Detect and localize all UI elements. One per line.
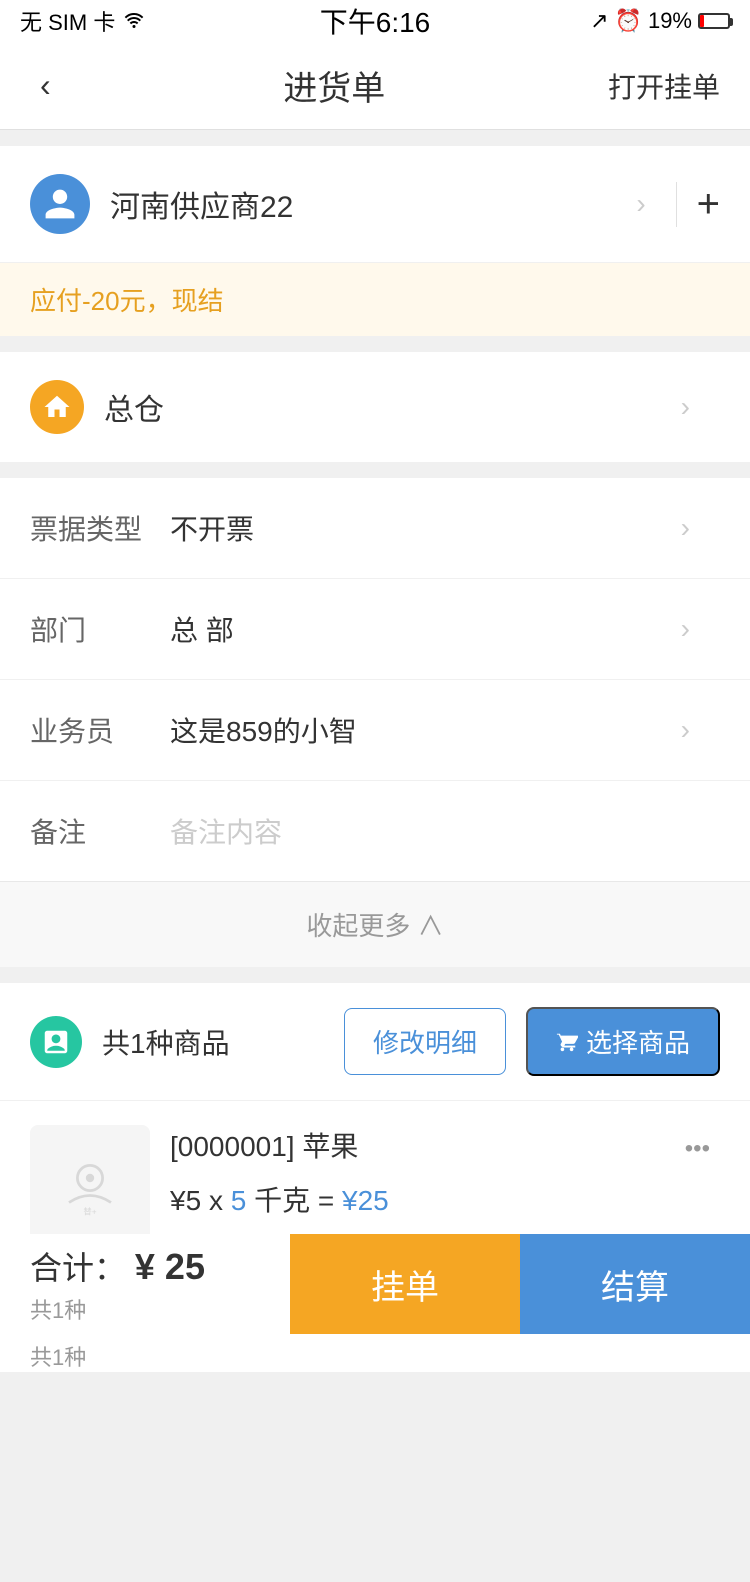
alarm-icon: ⏰ bbox=[615, 8, 642, 34]
action-summary-amount: ¥ 25 bbox=[135, 1246, 205, 1287]
invoice-row[interactable]: 票据类型 不开票 › bbox=[0, 478, 750, 579]
wifi-icon bbox=[123, 8, 145, 34]
action-summary-label: 合计： bbox=[30, 1250, 126, 1286]
page-title: 进货单 bbox=[283, 61, 385, 110]
total-price: ¥25 bbox=[342, 1185, 389, 1216]
select-product-icon bbox=[556, 1031, 578, 1053]
salesman-label: 业务员 bbox=[30, 710, 170, 750]
product-header: 共1种商品 修改明细 选择商品 bbox=[0, 983, 750, 1100]
checkout-button[interactable]: 结算 bbox=[520, 1234, 750, 1334]
price-separator: x bbox=[209, 1185, 231, 1216]
action-summary-area: 合计： ¥ 25 共1种 bbox=[0, 1234, 290, 1334]
battery-icon bbox=[698, 13, 730, 29]
supplier-name: 河南供应商22 bbox=[110, 182, 636, 226]
remark-row[interactable]: 备注 备注内容 bbox=[0, 781, 750, 881]
hang-button[interactable]: 挂单 bbox=[290, 1234, 520, 1334]
summary-sub: 共1种 bbox=[30, 1340, 720, 1372]
warehouse-row[interactable]: 总仓 › bbox=[0, 352, 750, 462]
unit-price: ¥5 bbox=[170, 1185, 201, 1216]
quantity: 5 bbox=[231, 1185, 247, 1216]
product-code: [0000001] bbox=[170, 1131, 295, 1162]
department-value: 总 部 bbox=[170, 609, 681, 649]
unit: 千克 bbox=[254, 1185, 310, 1216]
product-name: [0000001] 苹果 bbox=[170, 1125, 655, 1165]
equals: = bbox=[318, 1185, 342, 1216]
carrier-text: 无 SIM 卡 bbox=[20, 5, 115, 37]
nav-bar: ‹ 进货单 打开挂单 bbox=[0, 42, 750, 130]
invoice-value: 不开票 bbox=[170, 508, 681, 548]
action-total: 合计： ¥ 25 bbox=[30, 1243, 260, 1289]
add-supplier-button[interactable]: + bbox=[676, 182, 720, 227]
invoice-chevron-icon: › bbox=[681, 512, 690, 544]
product-title: 苹果 bbox=[302, 1131, 358, 1162]
product-placeholder-icon: 替+ bbox=[55, 1150, 125, 1220]
form-section: 票据类型 不开票 › 部门 总 部 › 业务员 这是859的小智 › 备注 备注… bbox=[0, 478, 750, 881]
section-gap-3 bbox=[0, 462, 750, 478]
section-gap-1 bbox=[0, 130, 750, 146]
status-left: 无 SIM 卡 bbox=[20, 5, 145, 37]
open-pending-button[interactable]: 打开挂单 bbox=[608, 66, 720, 106]
product-price: ¥5 x 5 千克 = ¥25 bbox=[170, 1179, 655, 1219]
select-product-button[interactable]: 选择商品 bbox=[526, 1007, 720, 1076]
back-button[interactable]: ‹ bbox=[30, 57, 61, 114]
action-summary-sub: 共1种 bbox=[30, 1293, 260, 1325]
select-product-label: 选择商品 bbox=[586, 1023, 690, 1060]
warehouse-section: 总仓 › bbox=[0, 352, 750, 462]
salesman-chevron-icon: › bbox=[681, 714, 690, 746]
payment-notice: 应付-20元，现结 bbox=[0, 263, 750, 336]
battery-text: 19% bbox=[648, 8, 692, 34]
remark-placeholder: 备注内容 bbox=[170, 811, 720, 851]
salesman-value: 这是859的小智 bbox=[170, 710, 681, 750]
supplier-chevron-icon: › bbox=[636, 188, 645, 220]
product-info: [0000001] 苹果 ¥5 x 5 千克 = ¥25 bbox=[170, 1125, 655, 1219]
department-label: 部门 bbox=[30, 609, 170, 649]
warehouse-name: 总仓 bbox=[104, 385, 681, 429]
status-time: 下午6:16 bbox=[320, 1, 431, 41]
bottom-spacer bbox=[0, 1372, 750, 1482]
section-gap-2 bbox=[0, 336, 750, 352]
warehouse-icon bbox=[30, 380, 84, 434]
supplier-section: 河南供应商22 › + 应付-20元，现结 bbox=[0, 146, 750, 336]
status-bar: 无 SIM 卡 下午6:16 ↗ ⏰ 19% bbox=[0, 0, 750, 42]
edit-detail-button[interactable]: 修改明细 bbox=[344, 1008, 506, 1075]
product-more-button[interactable]: ••• bbox=[675, 1125, 720, 1173]
department-row[interactable]: 部门 总 部 › bbox=[0, 579, 750, 680]
section-gap-4 bbox=[0, 967, 750, 983]
supplier-row[interactable]: 河南供应商22 › + bbox=[0, 146, 750, 263]
department-chevron-icon: › bbox=[681, 613, 690, 645]
location-icon: ↗ bbox=[590, 8, 608, 34]
product-image: 替+ bbox=[30, 1125, 150, 1245]
product-count-icon bbox=[30, 1016, 82, 1068]
svg-text:替+: 替+ bbox=[83, 1206, 96, 1216]
status-right: ↗ ⏰ 19% bbox=[590, 8, 730, 34]
salesman-row[interactable]: 业务员 这是859的小智 › bbox=[0, 680, 750, 781]
collapse-button[interactable]: 收起更多 ∧ bbox=[0, 881, 750, 967]
invoice-label: 票据类型 bbox=[30, 508, 170, 548]
remark-label: 备注 bbox=[30, 811, 170, 851]
warehouse-chevron-icon: › bbox=[681, 391, 690, 423]
supplier-avatar bbox=[30, 174, 90, 234]
action-bar: 合计： ¥ 25 共1种 挂单 结算 bbox=[0, 1234, 750, 1334]
product-count-text: 共1种商品 bbox=[102, 1022, 324, 1062]
